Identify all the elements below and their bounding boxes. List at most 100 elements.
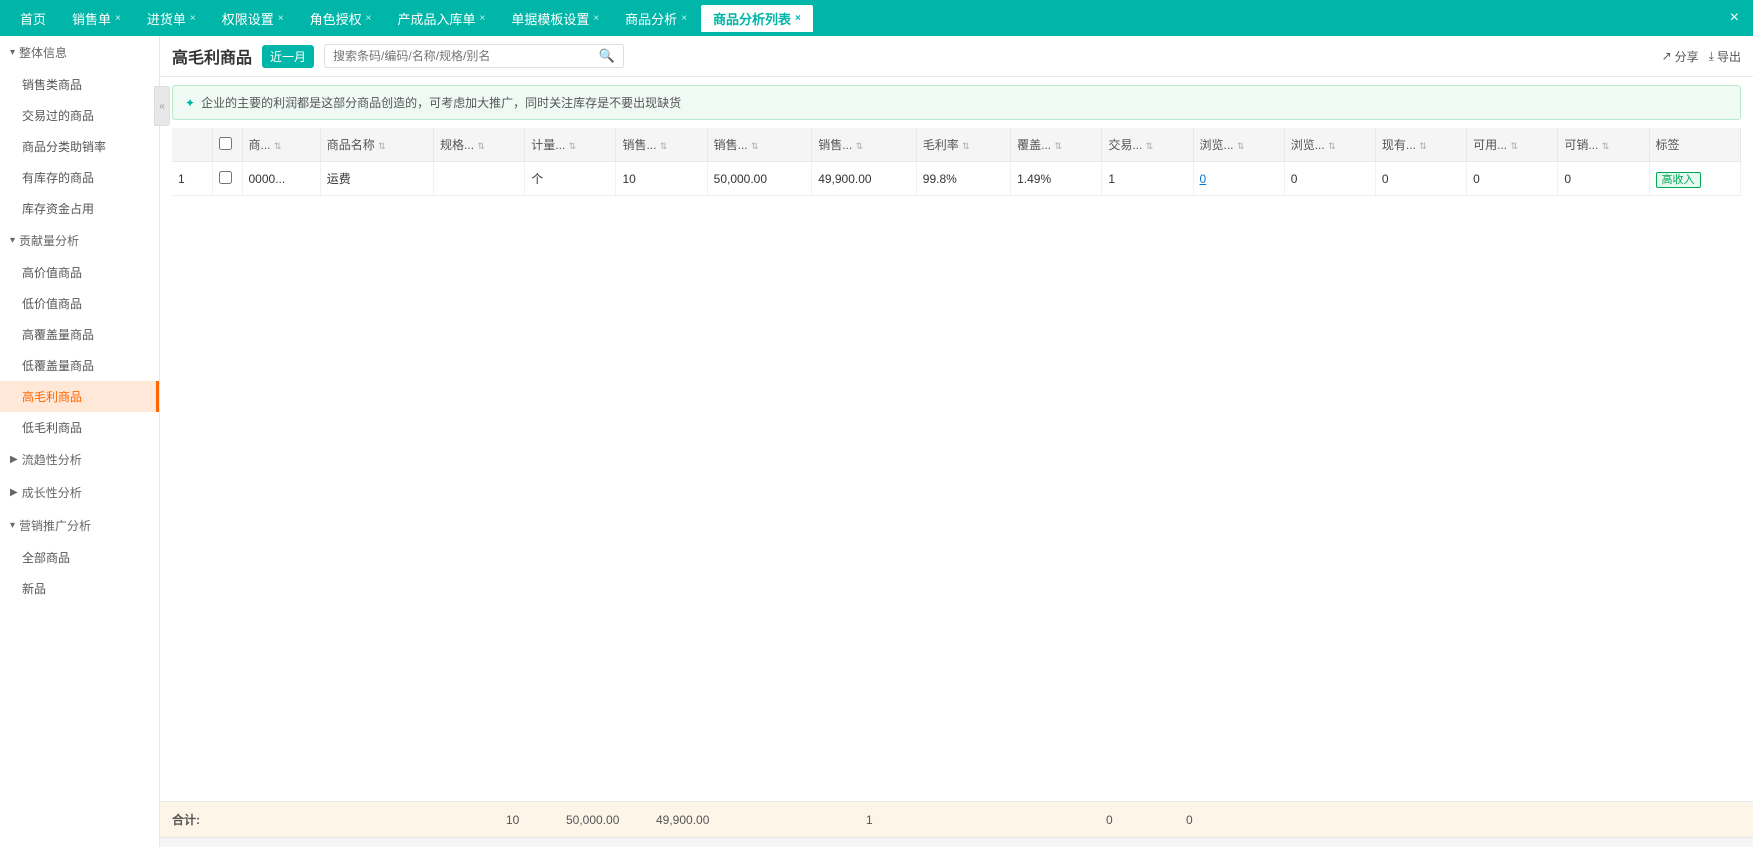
close-icon[interactable]: ×: [593, 13, 599, 24]
col-sales3[interactable]: 销售... ⇅: [812, 128, 917, 162]
sidebar-section-overall-label: 整体信息: [19, 44, 67, 61]
footer-sales3-val: 49,900.00: [650, 813, 740, 827]
close-all-button[interactable]: ×: [1724, 7, 1745, 29]
close-icon[interactable]: ×: [115, 13, 121, 24]
tab-permission[interactable]: 权限设置 ×: [210, 5, 296, 32]
sidebar-section-overall[interactable]: ▾ 整体信息: [0, 36, 159, 69]
col-spec[interactable]: 规格... ⇅: [434, 128, 525, 162]
sidebar-collapse-button[interactable]: «: [154, 86, 170, 126]
col-sellable[interactable]: 可销... ⇅: [1558, 128, 1649, 162]
tab-analysis[interactable]: 商品分析 ×: [613, 5, 699, 32]
chevron-down-icon: ▾: [10, 520, 15, 531]
share-button[interactable]: ↗ 分享: [1662, 48, 1699, 65]
close-icon[interactable]: ×: [479, 13, 485, 24]
export-button[interactable]: ⤓ 导出: [1709, 48, 1741, 65]
sidebar-section-trend[interactable]: ▶ 流趋性分析: [0, 443, 159, 476]
col-sales2[interactable]: 销售... ⇅: [707, 128, 812, 162]
tab-permission-label: 权限设置: [222, 9, 274, 28]
footer-stock-val: 0: [1100, 813, 1180, 827]
cell-checkbox[interactable]: [212, 162, 242, 196]
main-layout: ▾ 整体信息 销售类商品 交易过的商品 商品分类助销率 有库存的商品 库存资金占…: [0, 36, 1753, 847]
share-label: 分享: [1675, 48, 1699, 65]
sidebar-section-marketing-label: 营销推广分析: [19, 517, 91, 534]
sidebar-item-all-goods[interactable]: 全部商品: [0, 542, 159, 573]
col-coverage-label: 覆盖...: [1017, 138, 1051, 152]
sidebar-item-low-value[interactable]: 低价值商品: [0, 288, 159, 319]
tab-home[interactable]: 首页: [8, 5, 58, 32]
sort-icon: ⇅: [1510, 141, 1518, 151]
sidebar-item-in-stock[interactable]: 有库存的商品: [0, 162, 159, 193]
close-icon[interactable]: ×: [681, 13, 687, 24]
sidebar: ▾ 整体信息 销售类商品 交易过的商品 商品分类助销率 有库存的商品 库存资金占…: [0, 36, 160, 847]
tab-sales[interactable]: 销售单 ×: [60, 5, 133, 32]
col-gross-rate[interactable]: 毛利率 ⇅: [916, 128, 1010, 162]
col-sales1[interactable]: 销售... ⇅: [616, 128, 707, 162]
col-coverage[interactable]: 覆盖... ⇅: [1011, 128, 1102, 162]
sidebar-section-contribution-label: 贡献量分析: [19, 232, 79, 249]
sidebar-item-sales-goods[interactable]: 销售类商品: [0, 69, 159, 100]
sidebar-section-growth[interactable]: ▶ 成长性分析: [0, 476, 159, 509]
sidebar-item-new-goods[interactable]: 新品: [0, 573, 159, 604]
col-unit[interactable]: 计量... ⇅: [525, 128, 616, 162]
col-available[interactable]: 可用... ⇅: [1467, 128, 1558, 162]
col-trade-label: 交易...: [1108, 138, 1142, 152]
cell-browse1[interactable]: 0: [1193, 162, 1284, 196]
sidebar-section-contribution[interactable]: ▾ 贡献量分析: [0, 224, 159, 257]
tab-role[interactable]: 角色授权 ×: [298, 5, 384, 32]
col-code[interactable]: 商... ⇅: [242, 128, 320, 162]
sidebar-item-stock-capital[interactable]: 库存资金占用: [0, 193, 159, 224]
sidebar-section-marketing[interactable]: ▾ 营销推广分析: [0, 509, 159, 542]
col-browse2-label: 浏览...: [1291, 138, 1325, 152]
col-checkbox[interactable]: [212, 128, 242, 162]
sidebar-item-high-margin[interactable]: 高毛利商品: [0, 381, 159, 412]
sort-icon: ⇅: [477, 141, 485, 151]
export-label: 导出: [1717, 48, 1741, 65]
tab-analysis-list[interactable]: 商品分析列表 ×: [701, 5, 813, 32]
cell-sellable: 0: [1558, 162, 1649, 196]
sidebar-item-low-margin[interactable]: 低毛利商品: [0, 412, 159, 443]
chevron-right-icon: ▶: [10, 487, 18, 498]
tab-template[interactable]: 单据模板设置 ×: [499, 5, 611, 32]
search-box: 🔍: [324, 44, 624, 68]
close-icon[interactable]: ×: [795, 13, 801, 24]
sort-icon: ⇅: [1602, 141, 1610, 151]
tab-purchase-label: 进货单: [147, 9, 186, 28]
sidebar-item-high-value[interactable]: 高价值商品: [0, 257, 159, 288]
search-input[interactable]: [333, 49, 599, 63]
sidebar-item-high-coverage[interactable]: 高覆盖量商品: [0, 319, 159, 350]
col-browse2[interactable]: 浏览... ⇅: [1284, 128, 1375, 162]
close-icon[interactable]: ×: [190, 13, 196, 24]
sidebar-section-growth-label: 成长性分析: [22, 484, 82, 501]
tab-template-label: 单据模板设置: [511, 9, 589, 28]
tab-purchase[interactable]: 进货单 ×: [135, 5, 208, 32]
footer-available-val: 0: [1180, 813, 1260, 827]
header-actions: ↗ 分享 ⤓ 导出: [1662, 48, 1741, 65]
data-table: 商... ⇅ 商品名称 ⇅ 规格... ⇅ 计量...: [172, 128, 1741, 196]
col-name[interactable]: 商品名称 ⇅: [320, 128, 433, 162]
col-sales3-label: 销售...: [818, 138, 852, 152]
select-all-checkbox[interactable]: [219, 137, 232, 150]
close-icon[interactable]: ×: [366, 13, 372, 24]
col-trade[interactable]: 交易... ⇅: [1102, 128, 1193, 162]
period-button[interactable]: 近一月: [262, 45, 314, 68]
footer-sales1: [220, 813, 500, 827]
close-icon[interactable]: ×: [278, 13, 284, 24]
sort-icon: ⇅: [1146, 141, 1154, 151]
col-sales2-label: 销售...: [714, 138, 748, 152]
sidebar-item-category-rate[interactable]: 商品分类助销率: [0, 131, 159, 162]
col-tag[interactable]: 标签: [1649, 128, 1740, 162]
col-browse1[interactable]: 浏览... ⇅: [1193, 128, 1284, 162]
horizontal-scrollbar[interactable]: [160, 837, 1753, 847]
col-stock[interactable]: 现有... ⇅: [1375, 128, 1466, 162]
tab-stock-in-label: 产成品入库单: [397, 9, 475, 28]
cell-sales1: 10: [616, 162, 707, 196]
sidebar-item-traded-goods[interactable]: 交易过的商品: [0, 100, 159, 131]
row-checkbox[interactable]: [219, 171, 232, 184]
cell-trade: 1: [1102, 162, 1193, 196]
info-banner: ✦ 企业的主要的利润都是这部分商品创造的，可考虑加大推广，同时关注库存是不要出现…: [172, 85, 1741, 120]
cell-coverage: 1.49%: [1011, 162, 1102, 196]
tab-stock-in[interactable]: 产成品入库单 ×: [385, 5, 497, 32]
search-icon[interactable]: 🔍: [599, 48, 615, 64]
col-unit-label: 计量...: [531, 138, 565, 152]
sidebar-item-low-coverage[interactable]: 低覆盖量商品: [0, 350, 159, 381]
